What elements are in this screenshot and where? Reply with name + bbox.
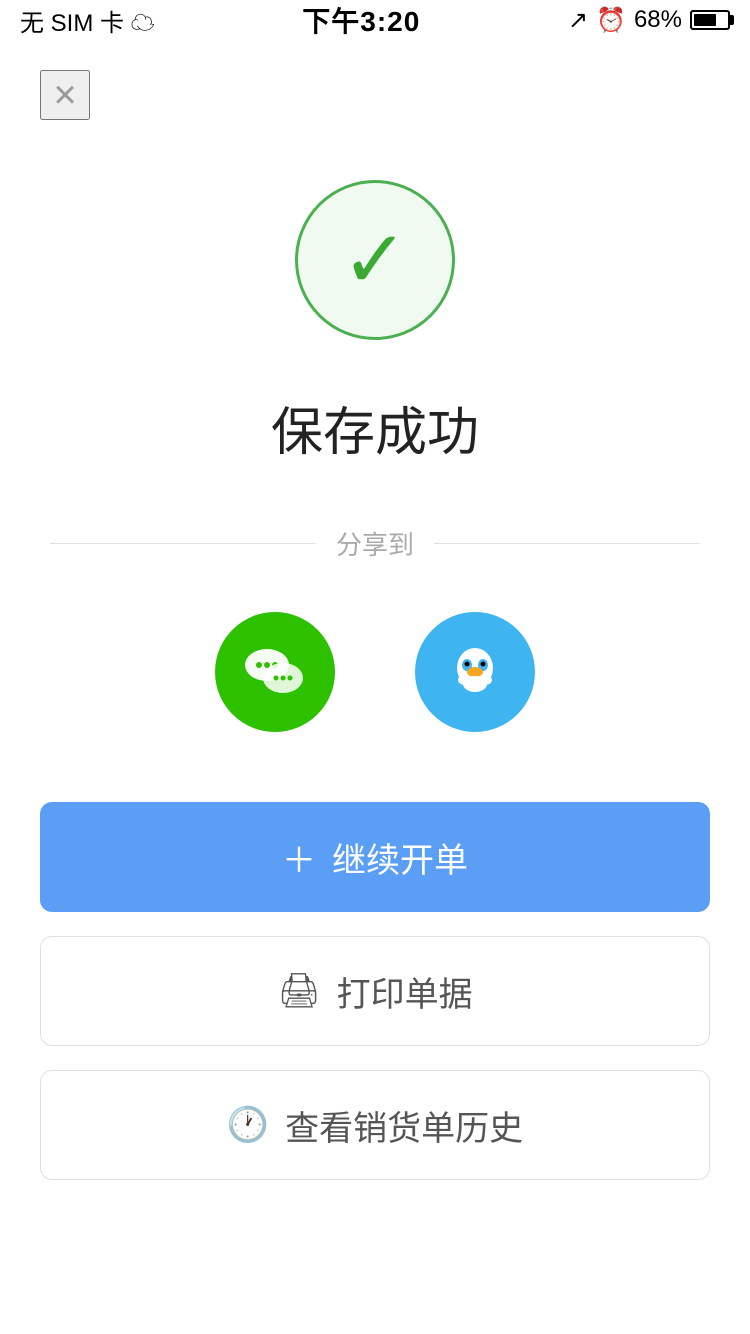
sim-status: 无 SIM 卡 ☁ xyxy=(20,3,155,38)
main-content: × ✓ 保存成功 分享到 xyxy=(0,40,750,1334)
divider-line-right xyxy=(434,543,700,544)
history-label: 查看销货单历史 xyxy=(285,1101,523,1150)
continue-label: 继续开单 xyxy=(332,833,468,882)
checkmark-icon: ✓ xyxy=(341,220,408,300)
close-button[interactable]: × xyxy=(40,70,90,120)
share-section: 分享到 xyxy=(0,525,750,802)
battery-percent: 68% xyxy=(634,6,682,34)
clock-icon: 🕐 xyxy=(227,1105,269,1145)
buttons-section: ＋ 继续开单 🖨 打印单据 🕐 查看销货单历史 xyxy=(0,802,750,1180)
print-label: 打印单据 xyxy=(337,967,473,1016)
alarm-icon: ⏰ xyxy=(596,6,626,35)
share-icons xyxy=(215,612,535,732)
history-button[interactable]: 🕐 查看销货单历史 xyxy=(40,1070,710,1180)
battery-icon xyxy=(690,10,730,30)
status-left: 无 SIM 卡 ☁ xyxy=(20,3,155,38)
status-right: ↗ ⏰ 68% xyxy=(568,6,730,35)
share-divider: 分享到 xyxy=(0,525,750,562)
success-circle: ✓ xyxy=(295,180,455,340)
qq-share-button[interactable] xyxy=(415,612,535,732)
continue-button[interactable]: ＋ 继续开单 xyxy=(40,802,710,912)
plus-icon: ＋ xyxy=(282,833,316,882)
status-bar: 无 SIM 卡 ☁ 下午3:20 ↗ ⏰ 68% xyxy=(0,0,750,40)
location-icon: ↗ xyxy=(568,6,588,35)
status-time: 下午3:20 xyxy=(302,0,420,40)
print-icon: 🖨 xyxy=(277,971,320,1011)
success-title: 保存成功 xyxy=(271,390,479,465)
close-icon: × xyxy=(53,75,76,115)
divider-line-left xyxy=(50,543,316,544)
wechat-share-button[interactable] xyxy=(215,612,335,732)
print-button[interactable]: 🖨 打印单据 xyxy=(40,936,710,1046)
share-label: 分享到 xyxy=(316,525,434,562)
